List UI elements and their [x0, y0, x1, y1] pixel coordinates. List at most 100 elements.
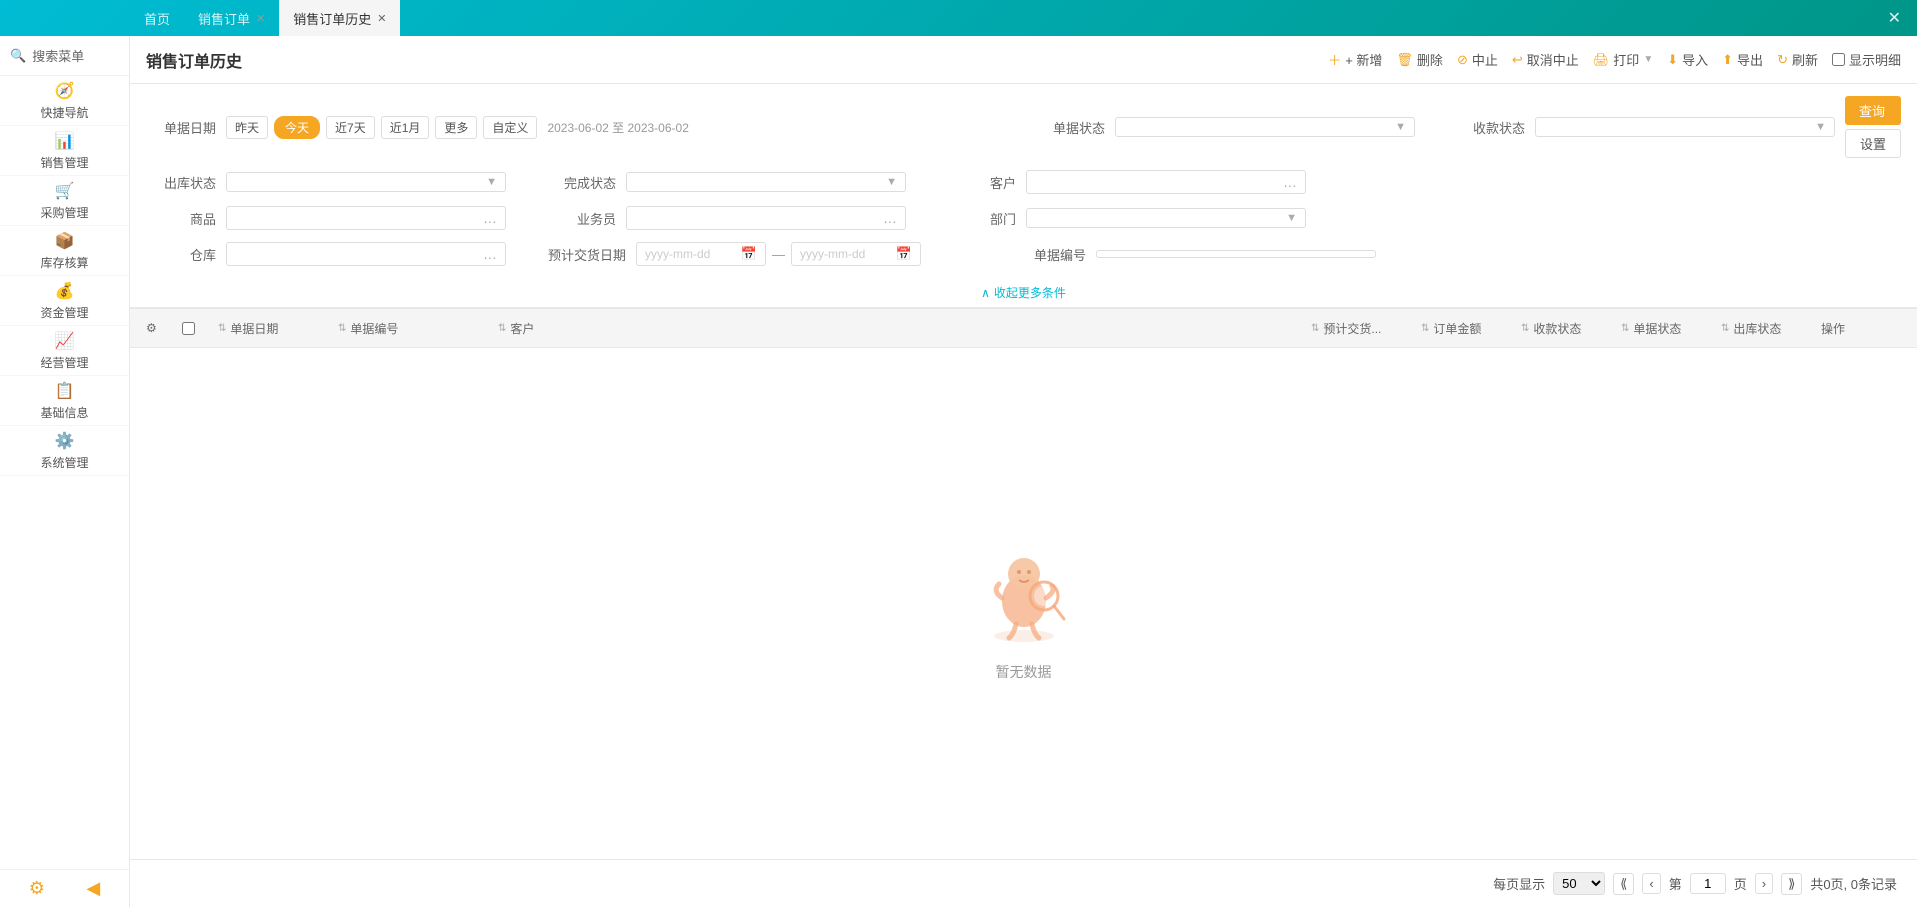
per-page-select[interactable]: 50 100 200 [1553, 872, 1605, 895]
purchase-icon: 🛒 [55, 181, 75, 201]
complete-status-select[interactable]: ▼ [626, 172, 906, 192]
table-header: ⚙ ⇅ 单据日期 ⇅ 单据编号 ⇅ 客户 ⇅ [130, 308, 1917, 348]
tab-sales-order-history-close[interactable]: ✕ [377, 12, 386, 25]
expected-delivery-label: 预计交货日期 [546, 245, 636, 264]
collapse-up-icon: ∧ [981, 286, 990, 300]
select-all-checkbox[interactable] [182, 322, 195, 335]
sidebar-item-sales[interactable]: 📊 销售管理 [0, 126, 129, 176]
order-status-chevron: ▼ [1395, 121, 1406, 133]
settings-button[interactable]: 设置 [1845, 129, 1901, 158]
query-button[interactable]: 查询 [1845, 96, 1901, 125]
sort-icon-customer: ⇅ [498, 323, 506, 334]
sidebar-search[interactable]: 🔍 搜索菜单 [0, 36, 129, 76]
top-bar: 首页 销售订单 ✕ 销售订单历史 ✕ ✕ [0, 0, 1917, 36]
display-detail-checkbox[interactable]: 显示明细 [1832, 50, 1901, 69]
date-btn-7days[interactable]: 近7天 [326, 116, 375, 139]
base-info-icon: 📋 [55, 381, 75, 401]
ship-status-select[interactable]: ▼ [226, 172, 506, 192]
ship-status-label: 出库状态 [146, 173, 226, 192]
order-status-label: 单据状态 [1035, 118, 1115, 137]
sidebar-item-quick-nav[interactable]: 🧭 快捷导航 [0, 76, 129, 126]
order-no-input[interactable] [1096, 250, 1376, 258]
date-filter-group: 昨天 今天 近7天 近1月 更多 自定义 2023-06-02 至 2023-0… [226, 116, 995, 139]
sidebar-toggle-icon[interactable]: ◀ [86, 878, 100, 899]
th-amount[interactable]: ⇅ 订单金额 [1421, 320, 1521, 337]
sales-label: 业务员 [546, 209, 626, 228]
window-close-button[interactable]: ✕ [1888, 8, 1901, 28]
sort-icon-amount: ⇅ [1421, 323, 1429, 334]
operations-icon: 📈 [55, 331, 75, 351]
sidebar-item-system[interactable]: ⚙️ 系统管理 [0, 426, 129, 476]
import-button[interactable]: ⬇ 导入 [1667, 50, 1708, 69]
product-input[interactable]: … [226, 206, 506, 230]
export-button[interactable]: ⬆ 导出 [1722, 50, 1763, 69]
sales-dots-icon: … [883, 210, 897, 226]
top-bar-right: ✕ [1888, 8, 1917, 28]
first-page-button[interactable]: ⟪ [1613, 873, 1634, 895]
th-order-status[interactable]: ⇅ 单据状态 [1621, 320, 1721, 337]
date-btn-today[interactable]: 今天 [274, 116, 320, 139]
date-separator: — [772, 247, 785, 262]
warehouse-input[interactable]: … [226, 242, 506, 266]
toolbar: ＋ + 新增 🗑 删除 ⊘ 中止 ↩ 取消中止 🖨 打印 [1328, 50, 1901, 69]
sales-input[interactable]: … [626, 206, 906, 230]
th-ship-status[interactable]: ⇅ 出库状态 [1721, 320, 1821, 337]
settings-col-icon: ⚙ [146, 321, 157, 335]
delivery-date-end[interactable]: yyyy-mm-dd 📅 [791, 242, 921, 266]
sidebar-item-purchase[interactable]: 🛒 采购管理 [0, 176, 129, 226]
tab-sales-order-history[interactable]: 销售订单历史 ✕ [279, 0, 400, 36]
sort-icon-date: ⇅ [218, 323, 226, 334]
tab-sales-order[interactable]: 销售订单 ✕ [184, 0, 279, 36]
prev-page-button[interactable]: ‹ [1642, 873, 1660, 894]
collapse-bar[interactable]: ∧ 收起更多条件 [146, 278, 1901, 307]
payment-status-select[interactable]: ▼ [1535, 117, 1835, 137]
sidebar-item-base-info[interactable]: 📋 基础信息 [0, 376, 129, 426]
delivery-date-start[interactable]: yyyy-mm-dd 📅 [636, 242, 766, 266]
sales-icon: 📊 [55, 131, 75, 151]
settings-bottom-icon[interactable]: ⚙ [29, 878, 45, 899]
tab-sales-order-close[interactable]: ✕ [256, 12, 265, 25]
refresh-button[interactable]: ↻ 刷新 [1777, 50, 1818, 69]
last-page-button[interactable]: ⟫ [1781, 873, 1802, 895]
stop-button[interactable]: ⊘ 中止 [1457, 50, 1498, 69]
display-detail-input[interactable] [1832, 53, 1845, 66]
th-settings[interactable]: ⚙ [146, 321, 182, 335]
table-container: ⚙ ⇅ 单据日期 ⇅ 单据编号 ⇅ 客户 ⇅ [130, 308, 1917, 859]
page-number-input[interactable] [1690, 873, 1726, 894]
page-header: 销售订单历史 ＋ + 新增 🗑 删除 ⊘ 中止 ↩ 取消中止 [130, 36, 1917, 84]
th-payment-status[interactable]: ⇅ 收款状态 [1521, 320, 1621, 337]
print-button[interactable]: 🖨 打印 ▼ [1593, 50, 1653, 69]
stop-icon: ⊘ [1457, 52, 1468, 68]
export-icon: ⬆ [1722, 52, 1733, 68]
content-area: 销售订单历史 ＋ + 新增 🗑 删除 ⊘ 中止 ↩ 取消中止 [130, 36, 1917, 907]
date-btn-yesterday[interactable]: 昨天 [226, 116, 268, 139]
cancel-stop-button[interactable]: ↩ 取消中止 [1512, 50, 1579, 69]
th-check[interactable] [182, 322, 218, 335]
th-date[interactable]: ⇅ 单据日期 [218, 320, 338, 337]
next-page-button[interactable]: › [1755, 873, 1773, 894]
sidebar-item-finance[interactable]: 💰 资金管理 [0, 276, 129, 326]
dept-chevron: ▼ [1286, 212, 1297, 224]
filter-row-2: 出库状态 ▼ 完成状态 ▼ 客户 … [146, 170, 1901, 194]
sidebar-item-operations[interactable]: 📈 经营管理 [0, 326, 129, 376]
tab-home[interactable]: 首页 [130, 0, 184, 36]
print-icon: 🖨 [1593, 52, 1610, 68]
sort-icon-delivery: ⇅ [1311, 323, 1319, 334]
order-no-label: 单据编号 [1016, 245, 1096, 264]
sidebar-item-inventory[interactable]: 📦 库存核算 [0, 226, 129, 276]
new-button[interactable]: ＋ + 新增 [1328, 50, 1382, 69]
sidebar-bottom: ⚙ ◀ [0, 869, 129, 907]
date-btn-more[interactable]: 更多 [435, 116, 477, 139]
delete-button[interactable]: 🗑 删除 [1396, 50, 1443, 69]
th-order-no[interactable]: ⇅ 单据编号 [338, 320, 498, 337]
pagination: 每页显示 50 100 200 ⟪ ‹ 第 页 › ⟫ 共0页, 0条记录 [130, 859, 1917, 907]
date-label: 单据日期 [146, 118, 226, 137]
date-btn-1month[interactable]: 近1月 [381, 116, 430, 139]
customer-input[interactable]: … [1026, 170, 1306, 194]
dept-select[interactable]: ▼ [1026, 208, 1306, 228]
th-delivery[interactable]: ⇅ 预计交货... [1311, 320, 1421, 337]
quick-nav-icon: 🧭 [55, 81, 75, 101]
order-status-select[interactable]: ▼ [1115, 117, 1415, 137]
th-customer[interactable]: ⇅ 客户 [498, 320, 1311, 337]
date-btn-custom[interactable]: 自定义 [483, 116, 537, 139]
